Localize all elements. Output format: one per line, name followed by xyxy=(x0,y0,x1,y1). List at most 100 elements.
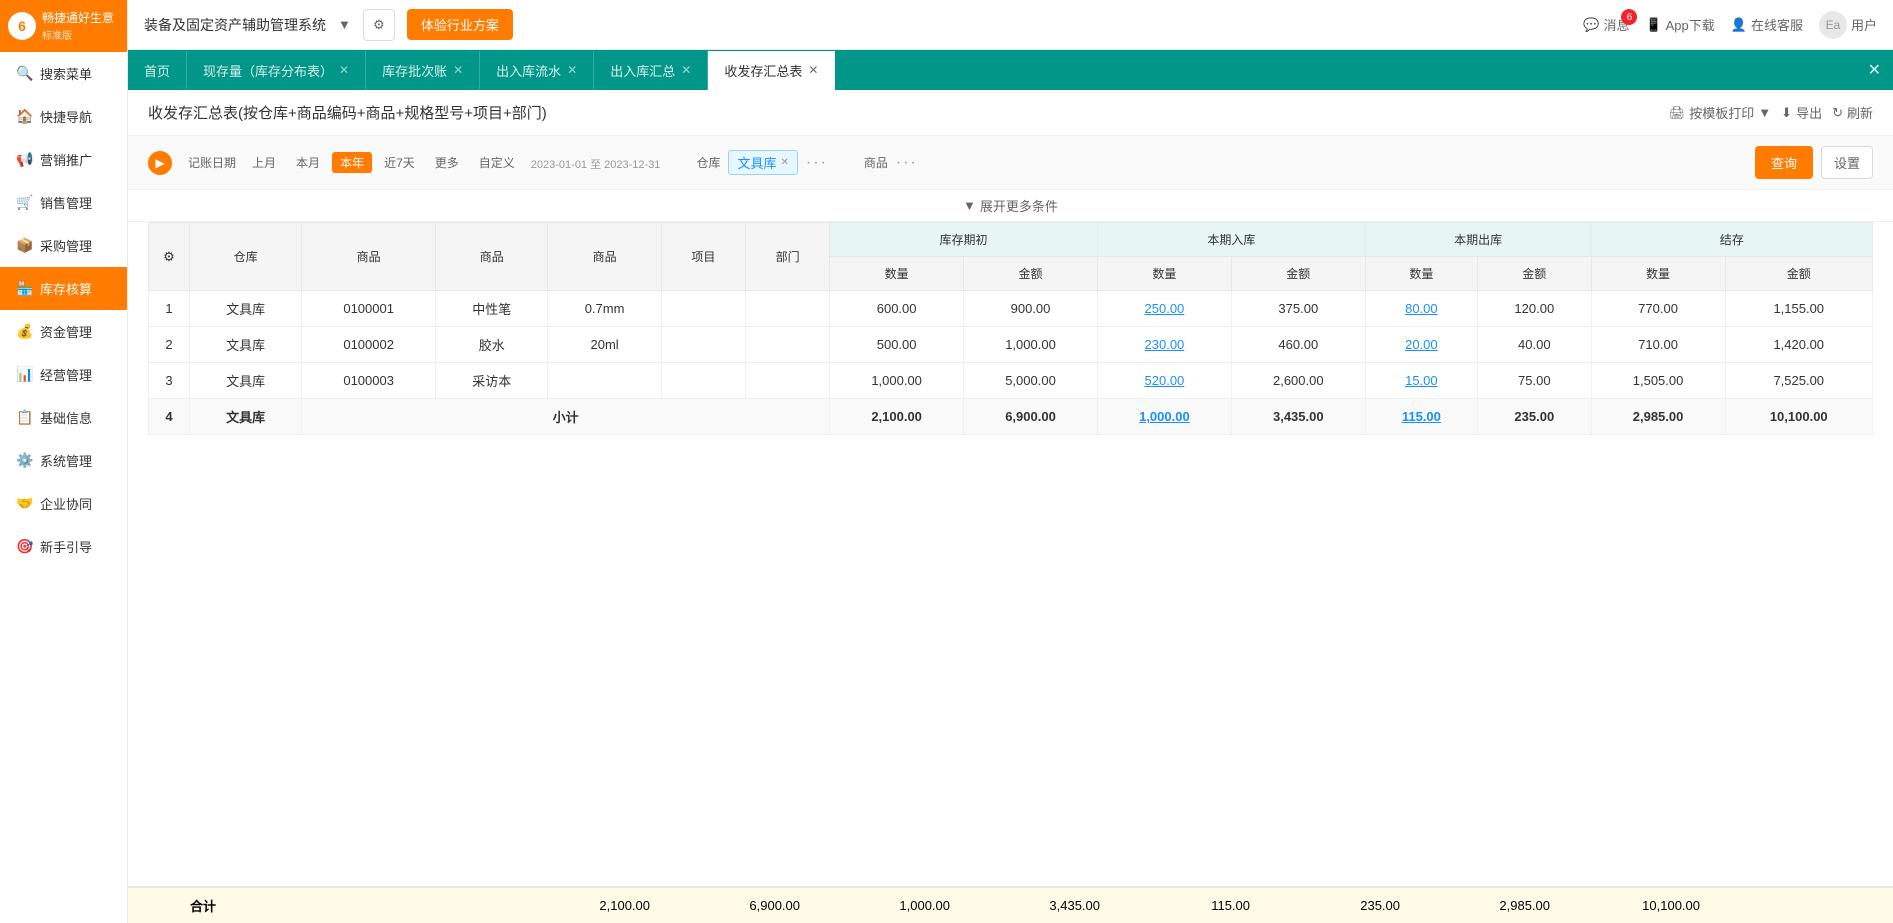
footer-total-label: 合计 xyxy=(180,896,300,915)
row-out-qty[interactable]: 80.00 xyxy=(1365,291,1477,327)
sidebar-item-purchase[interactable]: 📦 采购管理 xyxy=(0,224,127,267)
row-out-qty[interactable]: 15.00 xyxy=(1365,363,1477,399)
topbar-right: 💬 消息 6 📱 App下载 👤 在线客服 Ea 用户 xyxy=(1583,11,1877,39)
sidebar-item-finance[interactable]: 💰 资金管理 xyxy=(0,310,127,353)
refresh-button[interactable]: ↻ 刷新 xyxy=(1832,103,1873,122)
sidebar-item-system[interactable]: ⚙️ 系统管理 xyxy=(0,439,127,482)
sidebar-item-label: 新手引导 xyxy=(40,537,92,556)
subtotal-out-qty[interactable]: 115.00 xyxy=(1365,399,1477,435)
subtotal-opening-qty: 2,100.00 xyxy=(830,399,964,435)
filter-toggle[interactable]: ▶ xyxy=(148,151,172,175)
sidebar-item-operations[interactable]: 📊 经营管理 xyxy=(0,353,127,396)
tab-summary[interactable]: 出入库汇总 ✕ xyxy=(594,51,708,90)
row-closing-amt: 7,525.00 xyxy=(1725,363,1873,399)
row-out-amt: 120.00 xyxy=(1478,291,1592,327)
online-service-item[interactable]: 👤 在线客服 xyxy=(1731,15,1803,34)
row-closing-qty: 1,505.00 xyxy=(1591,363,1725,399)
sidebar-item-inventory[interactable]: 🏪 库存核算 xyxy=(0,267,127,310)
export-button[interactable]: ⬇ 导出 xyxy=(1781,103,1822,122)
system-icon: ⚙️ xyxy=(16,452,32,469)
date-btn-last-month[interactable]: 上月 xyxy=(244,152,284,173)
home-icon: 🏠 xyxy=(16,108,32,125)
date-btn-this-month[interactable]: 本月 xyxy=(288,152,328,173)
system-title: 装备及固定资产辅助管理系统 xyxy=(144,15,326,35)
footer-out-qty: 115.00 xyxy=(1180,898,1250,913)
sidebar-item-label: 经营管理 xyxy=(40,365,92,384)
query-button[interactable]: 查询 xyxy=(1755,146,1813,179)
main-content: 装备及固定资产辅助管理系统 ▼ ⚙ 体验行业方案 💬 消息 6 📱 App下载 … xyxy=(128,0,1893,923)
tab-stock-dist-close[interactable]: ✕ xyxy=(339,63,349,77)
row-opening-qty: 500.00 xyxy=(830,327,964,363)
expand-conditions[interactable]: ▼ 展开更多条件 xyxy=(128,190,1893,222)
sidebar-item-label: 采购管理 xyxy=(40,236,92,255)
date-btn-custom[interactable]: 自定义 xyxy=(471,152,523,173)
setting-button[interactable]: 设置 xyxy=(1821,146,1873,179)
logo-icon: 6 xyxy=(8,12,36,40)
print-button[interactable]: 🖨 按模板打印 ▼ xyxy=(1669,103,1771,122)
trial-button[interactable]: 体验行业方案 xyxy=(407,9,513,40)
settings-button[interactable]: ⚙ xyxy=(363,9,395,41)
tab-flow-close[interactable]: ✕ xyxy=(567,63,577,77)
system-dropdown[interactable]: ▼ xyxy=(338,17,351,32)
footer-in-amt: 3,435.00 xyxy=(1030,898,1100,913)
filter-actions: 查询 设置 xyxy=(1755,146,1873,179)
data-table: ⚙ 仓库 商品 商品 商品 项目 部门 库存期初 本期入库 本期出库 结存 xyxy=(148,222,1873,435)
date-btn-more[interactable]: 更多 xyxy=(427,152,467,173)
row-in-qty[interactable]: 230.00 xyxy=(1097,327,1231,363)
warehouse-tag: 文具库 ✕ xyxy=(728,150,797,175)
goods-more-dots[interactable]: ··· xyxy=(896,154,918,172)
tab-flow[interactable]: 出入库流水 ✕ xyxy=(480,51,594,90)
row-department xyxy=(746,291,830,327)
sidebar-item-beginner[interactable]: 🎯 新手引导 xyxy=(0,525,127,568)
user-label: 用户 xyxy=(1851,15,1877,34)
sidebar-item-quick-nav[interactable]: 🏠 快捷导航 xyxy=(0,95,127,138)
tab-stock-dist[interactable]: 现存量（库存分布表） ✕ xyxy=(187,51,366,90)
sidebar-item-search[interactable]: 🔍 搜索菜单 xyxy=(0,52,127,95)
tab-batch-close[interactable]: ✕ xyxy=(453,63,463,77)
tab-collect-summary[interactable]: 收发存汇总表 ✕ xyxy=(708,51,835,90)
app-download-item[interactable]: 📱 App下载 xyxy=(1645,15,1714,34)
sidebar-item-basic-info[interactable]: 📋 基础信息 xyxy=(0,396,127,439)
sidebar-item-marketing[interactable]: 📢 营销推广 xyxy=(0,138,127,181)
tab-collect-summary-close[interactable]: ✕ xyxy=(808,63,818,77)
sidebar-item-enterprise[interactable]: 🤝 企业协同 xyxy=(0,482,127,525)
subtotal-in-qty[interactable]: 1,000.00 xyxy=(1097,399,1231,435)
operations-icon: 📊 xyxy=(16,366,32,383)
warehouse-filter-section: 仓库 文具库 ✕ ··· xyxy=(696,150,827,175)
date-btn-this-year[interactable]: 本年 xyxy=(332,152,372,173)
tab-batch[interactable]: 库存批次账 ✕ xyxy=(366,51,480,90)
message-icon: 💬 xyxy=(1583,17,1599,33)
tab-home[interactable]: 首页 xyxy=(128,51,187,90)
col-settings-header: ⚙ xyxy=(149,223,190,291)
row-goods-name: 采访本 xyxy=(436,363,548,399)
row-opening-amt: 5,000.00 xyxy=(964,363,1098,399)
row-in-qty[interactable]: 250.00 xyxy=(1097,291,1231,327)
sidebar-item-label: 搜索菜单 xyxy=(40,64,92,83)
page-header: 收发存汇总表(按仓库+商品编码+商品+规格型号+项目+部门) 🖨 按模板打印 ▼… xyxy=(128,90,1893,136)
row-closing-qty: 770.00 xyxy=(1591,291,1725,327)
row-out-qty[interactable]: 20.00 xyxy=(1365,327,1477,363)
sidebar-item-label: 系统管理 xyxy=(40,451,92,470)
sidebar-menu: 🔍 搜索菜单 🏠 快捷导航 📢 营销推广 🛒 销售管理 📦 采购管理 🏪 库存核… xyxy=(0,52,127,923)
row-num: 1 xyxy=(149,291,190,327)
basic-info-icon: 📋 xyxy=(16,409,32,426)
warehouse-tag-close[interactable]: ✕ xyxy=(780,157,788,168)
warehouse-more-dots[interactable]: ··· xyxy=(806,154,828,172)
subtotal-label: 小计 xyxy=(302,399,830,435)
tab-summary-close[interactable]: ✕ xyxy=(681,63,691,77)
col-goods-name-header: 商品 xyxy=(436,223,548,291)
row-num: 3 xyxy=(149,363,190,399)
footer-in-qty: 1,000.00 xyxy=(880,898,950,913)
user-item[interactable]: Ea 用户 xyxy=(1819,11,1877,39)
avatar: Ea xyxy=(1819,11,1847,39)
tab-summary-label: 出入库汇总 xyxy=(610,61,675,80)
message-item[interactable]: 💬 消息 6 xyxy=(1583,15,1629,34)
close-all-tabs[interactable]: ✕ xyxy=(1856,60,1893,80)
date-btn-7days[interactable]: 近7天 xyxy=(376,152,423,173)
row-department xyxy=(746,363,830,399)
sidebar-item-sales[interactable]: 🛒 销售管理 xyxy=(0,181,127,224)
subtotal-in-amt: 3,435.00 xyxy=(1231,399,1365,435)
warehouse-tag-text: 文具库 xyxy=(737,153,776,172)
table-settings-icon[interactable]: ⚙ xyxy=(159,247,179,267)
row-in-qty[interactable]: 520.00 xyxy=(1097,363,1231,399)
